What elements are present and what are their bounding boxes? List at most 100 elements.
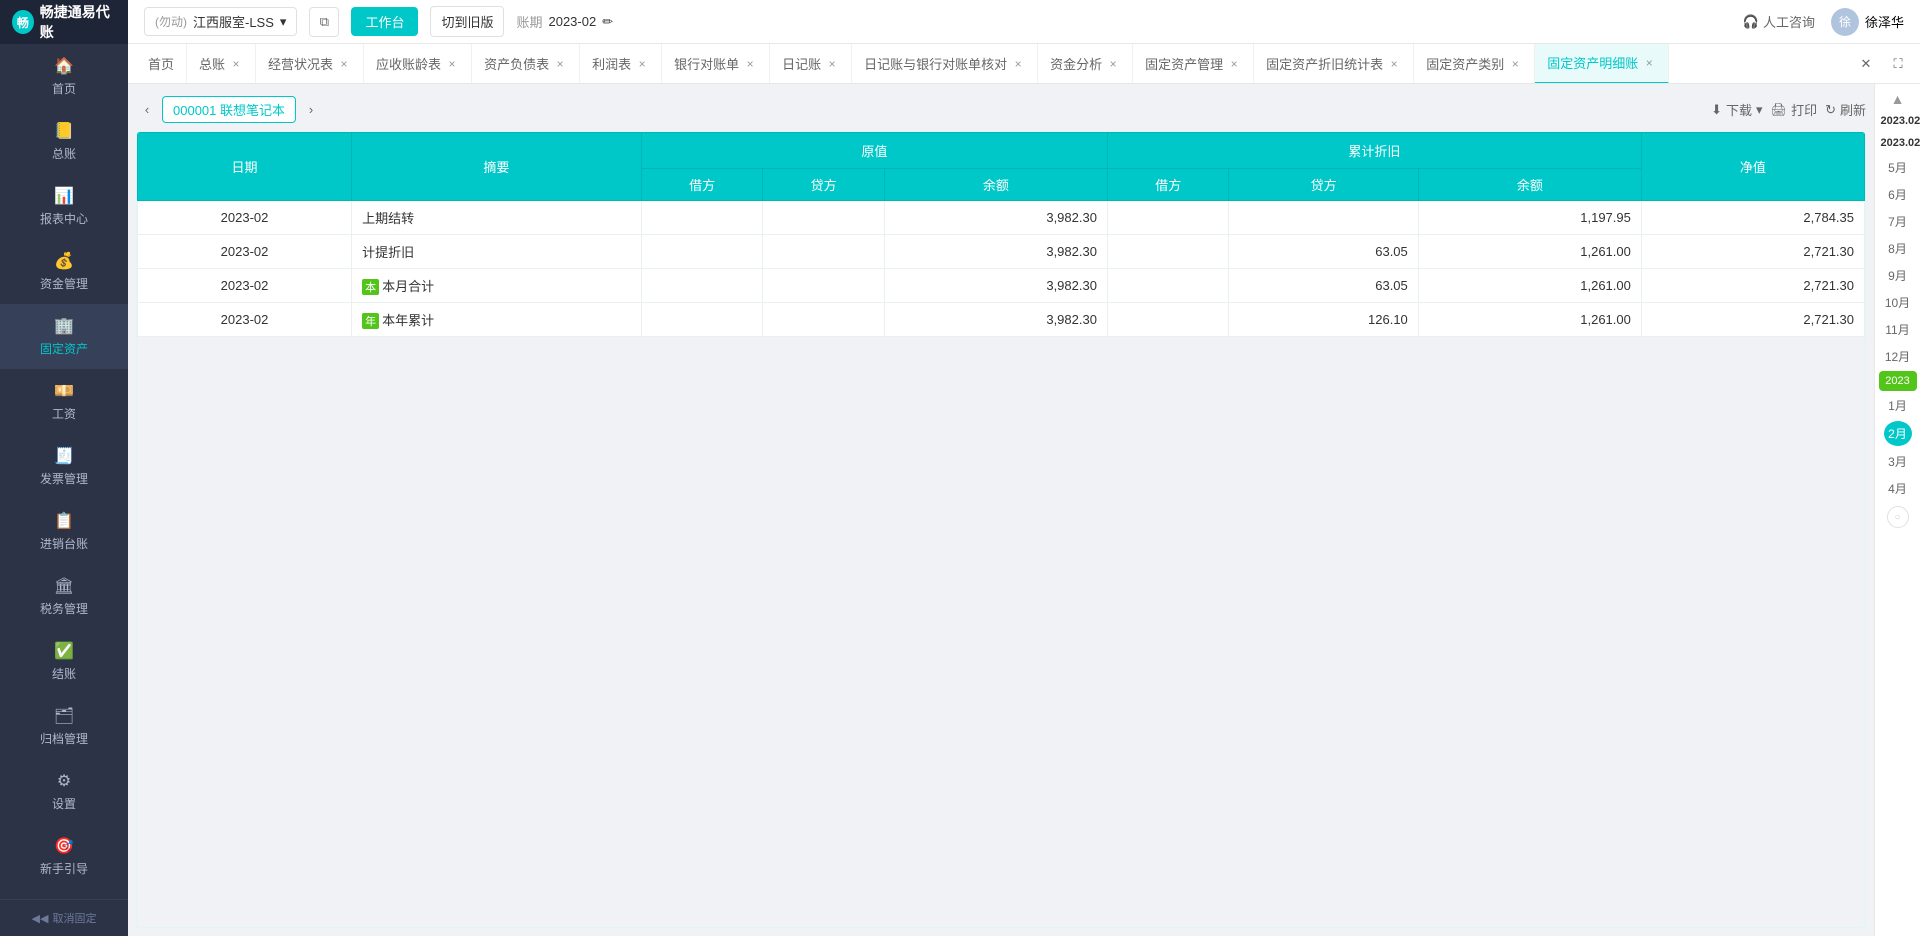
tab-固定资产管理[interactable]: 固定资产管理 ×	[1133, 44, 1254, 84]
table-row[interactable]: 2023-02 计提折旧 3,982.30 63.05 1,261.00 2,7…	[138, 235, 1865, 269]
cell-orig-credit	[763, 303, 885, 337]
panel-month-item[interactable]: 2月	[1884, 421, 1912, 446]
cell-accum-balance: 1,197.95	[1418, 201, 1641, 235]
panel-month-item[interactable]: 4月	[1879, 476, 1917, 501]
panel-month-item[interactable]: 9月	[1879, 263, 1917, 288]
sidebar-item-新手引导[interactable]: 🎯新手引导	[0, 824, 128, 889]
nav-next-button[interactable]: ›	[300, 99, 322, 121]
company-selector[interactable]: (勿动) 江西服室-LSS ▾	[144, 7, 297, 36]
panel-month-item[interactable]: 1月	[1879, 393, 1917, 418]
close-tab-button[interactable]: ✕	[1852, 50, 1880, 78]
nav-prev-button[interactable]: ‹	[136, 99, 158, 121]
panel-period-label-1: 2023.02	[1879, 111, 1917, 131]
sidebar-item-进销台账[interactable]: 📋进销台账	[0, 499, 128, 564]
service-label: 人工咨询	[1763, 12, 1815, 31]
tab-银行对账单[interactable]: 银行对账单×	[662, 44, 770, 84]
panel-year-badge[interactable]: 2023	[1879, 371, 1917, 391]
tab-close-icon[interactable]: ×	[553, 57, 567, 71]
switch-button[interactable]: 切到旧版	[430, 6, 504, 37]
tab-label: 固定资产管理	[1145, 54, 1223, 73]
maximize-button[interactable]: ⛶	[1884, 50, 1912, 78]
sidebar-unpin-button[interactable]: ◀◀ 取消固定	[0, 899, 128, 936]
tab-close-icon[interactable]: ×	[1227, 57, 1241, 71]
company-prefix: (勿动)	[155, 13, 187, 30]
tab-close-icon[interactable]: ×	[337, 57, 351, 71]
copy-button[interactable]: ⧉	[309, 7, 339, 37]
tab-首页[interactable]: 首页	[136, 44, 187, 84]
tab-经营状况表[interactable]: 经营状况表×	[256, 44, 364, 84]
asset-tag[interactable]: 000001 联想笔记本	[162, 96, 296, 123]
tab-close-icon[interactable]: ×	[743, 57, 757, 71]
sidebar-item-资金管理[interactable]: 💰资金管理	[0, 239, 128, 304]
tab-close-icon[interactable]: ×	[445, 57, 459, 71]
cell-orig-credit	[763, 201, 885, 235]
tab-label: 固定资产折旧统计表	[1266, 54, 1383, 73]
tab-close-icon[interactable]: ×	[1387, 57, 1401, 71]
download-icon: ⬇	[1711, 102, 1722, 118]
user-name: 徐泽华	[1865, 12, 1904, 31]
table-row[interactable]: 2023-02 本本月合计 3,982.30 63.05 1,261.00 2,…	[138, 269, 1865, 303]
tab-close-icon[interactable]: ×	[1106, 57, 1120, 71]
table-row[interactable]: 2023-02 上期结转 3,982.30 1,197.95 2,784.35	[138, 201, 1865, 235]
panel-month-item[interactable]: 6月	[1879, 182, 1917, 207]
content-area: ‹ 000001 联想笔记本 › ⬇ 下载 ▾ 🖨 打印 ↻ 刷新	[128, 84, 1920, 936]
sidebar-item-税务管理[interactable]: 🏛税务管理	[0, 564, 128, 629]
user-menu[interactable]: 徐 徐泽华	[1831, 8, 1904, 36]
service-button[interactable]: 🎧 人工咨询	[1743, 12, 1815, 31]
th-date: 日期	[138, 133, 352, 201]
sidebar-item-畅会员[interactable]: 👑畅会员	[0, 889, 128, 899]
sidebar-item-总账[interactable]: 📒总账	[0, 109, 128, 174]
th-accumulated-depreciation: 累计折旧	[1107, 133, 1641, 169]
panel-scroll-up[interactable]: ▲	[1884, 88, 1912, 110]
panel-month-item[interactable]: 5月	[1879, 155, 1917, 180]
table-wrapper: 日期 摘要 原值 累计折旧 净值 借方 贷方 余额 借方 贷方 余额	[136, 131, 1866, 928]
tab-close-icon[interactable]: ×	[825, 57, 839, 71]
tab-close-icon[interactable]: ×	[1508, 57, 1522, 71]
panel-month-item[interactable]: 3月	[1879, 449, 1917, 474]
cell-orig-debit	[641, 201, 763, 235]
sidebar-item-报表中心[interactable]: 📊报表中心	[0, 174, 128, 239]
tab-固定资产明细账[interactable]: 固定资产明细账×	[1535, 44, 1669, 84]
th-accum-balance: 余额	[1418, 169, 1641, 201]
tabbar-actions: ✕ ⛶	[1852, 50, 1912, 78]
tab-固定资产折旧统计表[interactable]: 固定资产折旧统计表 ×	[1254, 44, 1414, 84]
tab-应收账龄表[interactable]: 应收账龄表×	[364, 44, 472, 84]
tab-利润表[interactable]: 利润表×	[580, 44, 662, 84]
tab-日记账[interactable]: 日记账×	[770, 44, 852, 84]
table-row[interactable]: 2023-02 年本年累计 3,982.30 126.10 1,261.00 2…	[138, 303, 1865, 337]
refresh-button[interactable]: ↻ 刷新	[1825, 100, 1866, 119]
tab-close-icon[interactable]: ×	[635, 57, 649, 71]
period-selector[interactable]: 账期 2023-02 ✏	[516, 12, 613, 31]
main-content: ‹ 000001 联想笔记本 › ⬇ 下载 ▾ 🖨 打印 ↻ 刷新	[128, 84, 1874, 936]
sidebar-item-首页[interactable]: 🏠首页	[0, 44, 128, 109]
panel-month-item[interactable]: 12月	[1879, 344, 1917, 369]
app-name: 畅捷通易代账	[40, 2, 116, 42]
print-button[interactable]: 🖨 打印	[1771, 100, 1818, 119]
tab-资产负债表[interactable]: 资产负债表×	[472, 44, 580, 84]
sidebar-item-工资[interactable]: 💴工资	[0, 369, 128, 434]
topbar: (勿动) 江西服室-LSS ▾ ⧉ 工作台 切到旧版 账期 2023-02 ✏ …	[128, 0, 1920, 44]
panel-month-item[interactable]: 8月	[1879, 236, 1917, 261]
tab-资金分析[interactable]: 资金分析 ×	[1038, 44, 1133, 84]
cell-orig-credit	[763, 235, 885, 269]
sidebar-item-固定资产[interactable]: 🏢固定资产	[0, 304, 128, 369]
tab-总账[interactable]: 总账×	[187, 44, 256, 84]
sidebar-item-发票管理[interactable]: 🧾发票管理	[0, 434, 128, 499]
th-orig-credit: 贷方	[763, 169, 885, 201]
panel-month-item[interactable]: 7月	[1879, 209, 1917, 234]
panel-month-item[interactable]: 11月	[1879, 317, 1917, 342]
tab-固定资产类别[interactable]: 固定资产类别×	[1414, 44, 1535, 84]
sidebar-item-设置[interactable]: ⚙设置	[0, 759, 128, 824]
tab-label: 资金分析	[1050, 54, 1102, 73]
tab-close-icon[interactable]: ×	[1011, 57, 1025, 71]
panel-scroll-area[interactable]: ○	[1887, 506, 1909, 528]
sidebar-item-结账[interactable]: ✅结账	[0, 629, 128, 694]
sidebar-item-归档管理[interactable]: 🗂归档管理	[0, 694, 128, 759]
cell-date: 2023-02	[138, 201, 352, 235]
workbench-button[interactable]: 工作台	[351, 7, 418, 36]
tab-close-icon[interactable]: ×	[229, 57, 243, 71]
tab-日记账与银行对账单核对[interactable]: 日记账与银行对账单核对×	[852, 44, 1038, 84]
panel-month-item[interactable]: 10月	[1879, 290, 1917, 315]
tab-close-icon[interactable]: ×	[1642, 56, 1656, 70]
download-button[interactable]: ⬇ 下载 ▾	[1711, 100, 1762, 119]
